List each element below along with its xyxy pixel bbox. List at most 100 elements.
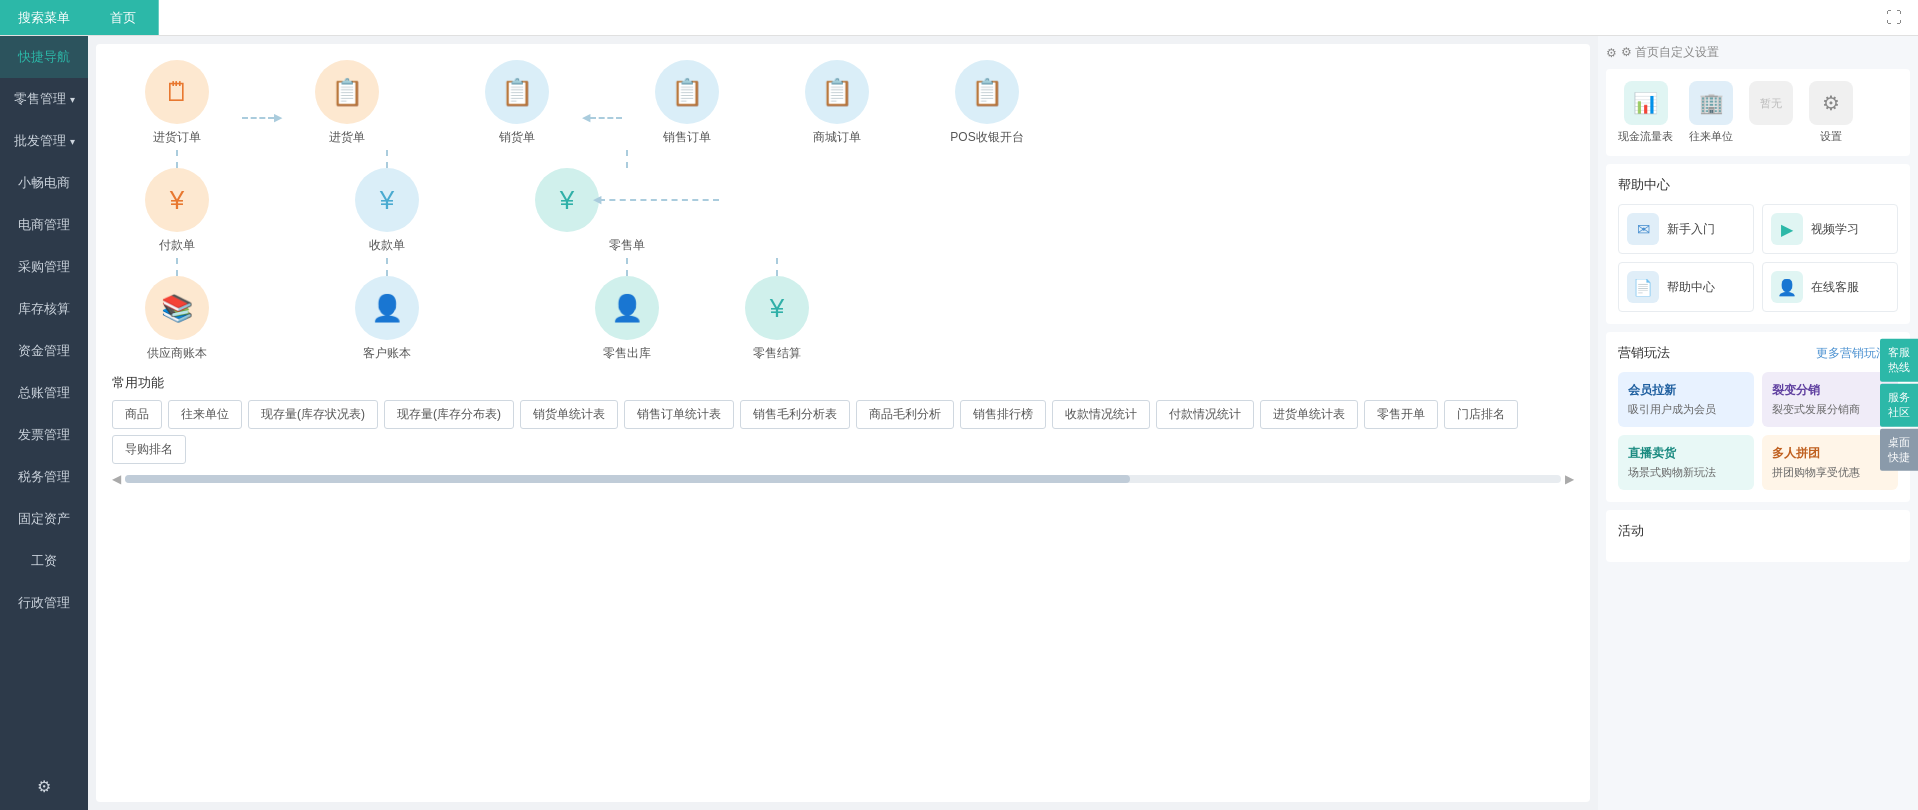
func-btn-sales-order-stat[interactable]: 销售订单统计表 xyxy=(624,400,734,429)
sidebar-settings-button[interactable]: ⚙ xyxy=(0,763,88,810)
quick-icon-settings[interactable]: ⚙ 设置 xyxy=(1809,81,1853,144)
sidebar-item-ledger[interactable]: 总账管理 xyxy=(0,372,88,414)
sidebar-item-inventory[interactable]: 库存核算 xyxy=(0,288,88,330)
func-btn-purchase-stat[interactable]: 进货单统计表 xyxy=(1260,400,1358,429)
search-menu[interactable]: 搜索菜单 xyxy=(0,0,88,35)
quick-icon-empty[interactable]: 暂无 xyxy=(1749,81,1793,144)
customize-button[interactable]: ⚙ ⚙ 首页自定义设置 xyxy=(1606,44,1910,61)
side-buttons: 客服 热线 服务 社区 桌面 快捷 xyxy=(1880,339,1918,471)
chevron-down-icon: ▾ xyxy=(70,94,75,105)
help-item-video[interactable]: ▶ 视频学习 xyxy=(1762,204,1898,254)
sidebar-item-salary[interactable]: 工资 xyxy=(0,540,88,582)
help-item-service[interactable]: 👤 在线客服 xyxy=(1762,262,1898,312)
purchase-order-icon: 🗒 xyxy=(145,60,209,124)
mkt-live-title: 直播卖货 xyxy=(1628,445,1744,462)
activity-header: 活动 xyxy=(1618,522,1898,540)
scroll-track[interactable] xyxy=(125,475,1561,483)
flow-node-purchase[interactable]: 📋 进货单 xyxy=(282,60,412,146)
flow-node-sales-order[interactable]: 📋 销售订单 xyxy=(622,60,752,146)
purchase-icon: 📋 xyxy=(315,60,379,124)
sidebar-item-label: 固定资产 xyxy=(18,510,70,528)
func-btn-guide-rank[interactable]: 导购排名 xyxy=(112,435,186,464)
marketing-header: 营销玩法 更多营销玩法 > xyxy=(1618,344,1898,362)
sidebar-item-label: 行政管理 xyxy=(18,594,70,612)
func-btn-goods-profit[interactable]: 商品毛利分析 xyxy=(856,400,954,429)
flow-node-mall-order[interactable]: 📋 商城订单 xyxy=(772,60,902,146)
main-panel: 🗒 进货订单 ▶ 📋 进货单 xyxy=(88,36,1598,810)
help-item-beginner[interactable]: ✉ 新手入门 xyxy=(1618,204,1754,254)
sales-icon: 📋 xyxy=(485,60,549,124)
flow-node-pos[interactable]: 📋 POS收银开台 xyxy=(922,60,1052,146)
mkt-item-member[interactable]: 会员拉新 吸引用户成为会员 xyxy=(1618,372,1754,427)
service-icon: 👤 xyxy=(1771,271,1803,303)
sidebar-item-label: 采购管理 xyxy=(18,258,70,276)
mkt-fission-desc: 裂变式发展分销商 xyxy=(1772,402,1888,417)
flow-node-purchase-order[interactable]: 🗒 进货订单 xyxy=(112,60,242,146)
scroll-right-arrow[interactable]: ▶ xyxy=(1565,472,1574,486)
sales-order-icon: 📋 xyxy=(655,60,719,124)
sidebar-item-ecommerce[interactable]: 小畅电商 xyxy=(0,162,88,204)
mkt-item-fission[interactable]: 裂变分销 裂变式发展分销商 xyxy=(1762,372,1898,427)
cashflow-label: 现金流量表 xyxy=(1618,129,1673,144)
quick-icons: 📊 现金流量表 🏢 往来单位 暂无 ⚙ 设置 xyxy=(1618,81,1898,144)
mkt-member-desc: 吸引用户成为会员 xyxy=(1628,402,1744,417)
help-item-helpcenter[interactable]: 📄 帮助中心 xyxy=(1618,262,1754,312)
mkt-item-live[interactable]: 直播卖货 场景式购物新玩法 xyxy=(1618,435,1754,490)
sidebar-item-label: 零售管理 xyxy=(14,90,66,108)
sidebar-item-quicknav[interactable]: 快捷导航 xyxy=(0,36,88,78)
marketing-title: 营销玩法 xyxy=(1618,344,1670,362)
func-btn-receipt-stat[interactable]: 收款情况统计 xyxy=(1052,400,1150,429)
activity-title: 活动 xyxy=(1618,522,1644,540)
right-panel: ⚙ ⚙ 首页自定义设置 📊 现金流量表 🏢 往来单位 暂无 xyxy=(1598,36,1918,810)
sidebar-item-admin[interactable]: 行政管理 xyxy=(0,582,88,624)
func-btn-payment-stat[interactable]: 付款情况统计 xyxy=(1156,400,1254,429)
activity-section: 活动 xyxy=(1606,510,1910,562)
func-btn-contacts[interactable]: 往来单位 xyxy=(168,400,242,429)
tab-home[interactable]: 首页 xyxy=(88,0,159,35)
func-btn-store-rank[interactable]: 门店排名 xyxy=(1444,400,1518,429)
scroll-left-arrow[interactable]: ◀ xyxy=(112,472,121,486)
service-label: 在线客服 xyxy=(1811,279,1859,296)
retail-order-icon: ¥ xyxy=(535,168,599,232)
sidebar-item-label: 税务管理 xyxy=(18,468,70,486)
fullscreen-button[interactable]: ⛶ xyxy=(1886,9,1902,27)
sidebar-item-assets[interactable]: 固定资产 xyxy=(0,498,88,540)
sidebar-item-label: 工资 xyxy=(31,552,57,570)
func-btn-sales-stat[interactable]: 销货单统计表 xyxy=(520,400,618,429)
side-btn-hotline[interactable]: 客服 热线 xyxy=(1880,339,1918,382)
mkt-member-title: 会员拉新 xyxy=(1628,382,1744,399)
func-btn-stock-dist[interactable]: 现存量(库存分布表) xyxy=(384,400,514,429)
settings-label: 设置 xyxy=(1820,129,1842,144)
sidebar-item-invoice[interactable]: 发票管理 xyxy=(0,414,88,456)
sidebar-item-tax[interactable]: 税务管理 xyxy=(0,456,88,498)
mkt-item-group[interactable]: 多人拼团 拼团购物享受优惠 xyxy=(1762,435,1898,490)
sidebar-item-ecomm-manage[interactable]: 电商管理 xyxy=(0,204,88,246)
sidebar-item-purchase[interactable]: 采购管理 xyxy=(0,246,88,288)
video-icon: ▶ xyxy=(1771,213,1803,245)
func-btn-stock-status[interactable]: 现存量(库存状况表) xyxy=(248,400,378,429)
func-btn-sales-rank[interactable]: 销售排行榜 xyxy=(960,400,1046,429)
quick-icon-cashflow[interactable]: 📊 现金流量表 xyxy=(1618,81,1673,144)
side-btn-desktop[interactable]: 桌面 快捷 xyxy=(1880,428,1918,471)
func-btn-goods[interactable]: 商品 xyxy=(112,400,162,429)
mkt-group-desc: 拼团购物享受优惠 xyxy=(1772,465,1888,480)
sidebar-item-retail[interactable]: 零售管理 ▾ xyxy=(0,78,88,120)
help-center: 帮助中心 ✉ 新手入门 ▶ 视频学习 📄 帮助中心 xyxy=(1606,164,1910,324)
func-btn-sales-profit[interactable]: 销售毛利分析表 xyxy=(740,400,850,429)
quick-icon-contacts[interactable]: 🏢 往来单位 xyxy=(1689,81,1733,144)
customer-book-icon: 👤 xyxy=(355,276,419,340)
mkt-fission-title: 裂变分销 xyxy=(1772,382,1888,399)
mall-order-icon: 📋 xyxy=(805,60,869,124)
func-btn-retail-order[interactable]: 零售开单 xyxy=(1364,400,1438,429)
sidebar-item-label: 批发管理 xyxy=(14,132,66,150)
cashflow-icon: 📊 xyxy=(1624,81,1668,125)
scrollbar: ◀ ▶ xyxy=(112,472,1574,486)
sidebar-item-wholesale[interactable]: 批发管理 ▾ xyxy=(0,120,88,162)
sidebar-item-label: 总账管理 xyxy=(18,384,70,402)
flow-node-sales[interactable]: 📋 销货单 xyxy=(452,60,582,146)
side-btn-community[interactable]: 服务 社区 xyxy=(1880,384,1918,427)
customize-area: ⚙ ⚙ 首页自定义设置 xyxy=(1606,44,1910,61)
sidebar-item-label: 电商管理 xyxy=(18,216,70,234)
sidebar-item-finance[interactable]: 资金管理 xyxy=(0,330,88,372)
helpcenter-label: 帮助中心 xyxy=(1667,279,1715,296)
